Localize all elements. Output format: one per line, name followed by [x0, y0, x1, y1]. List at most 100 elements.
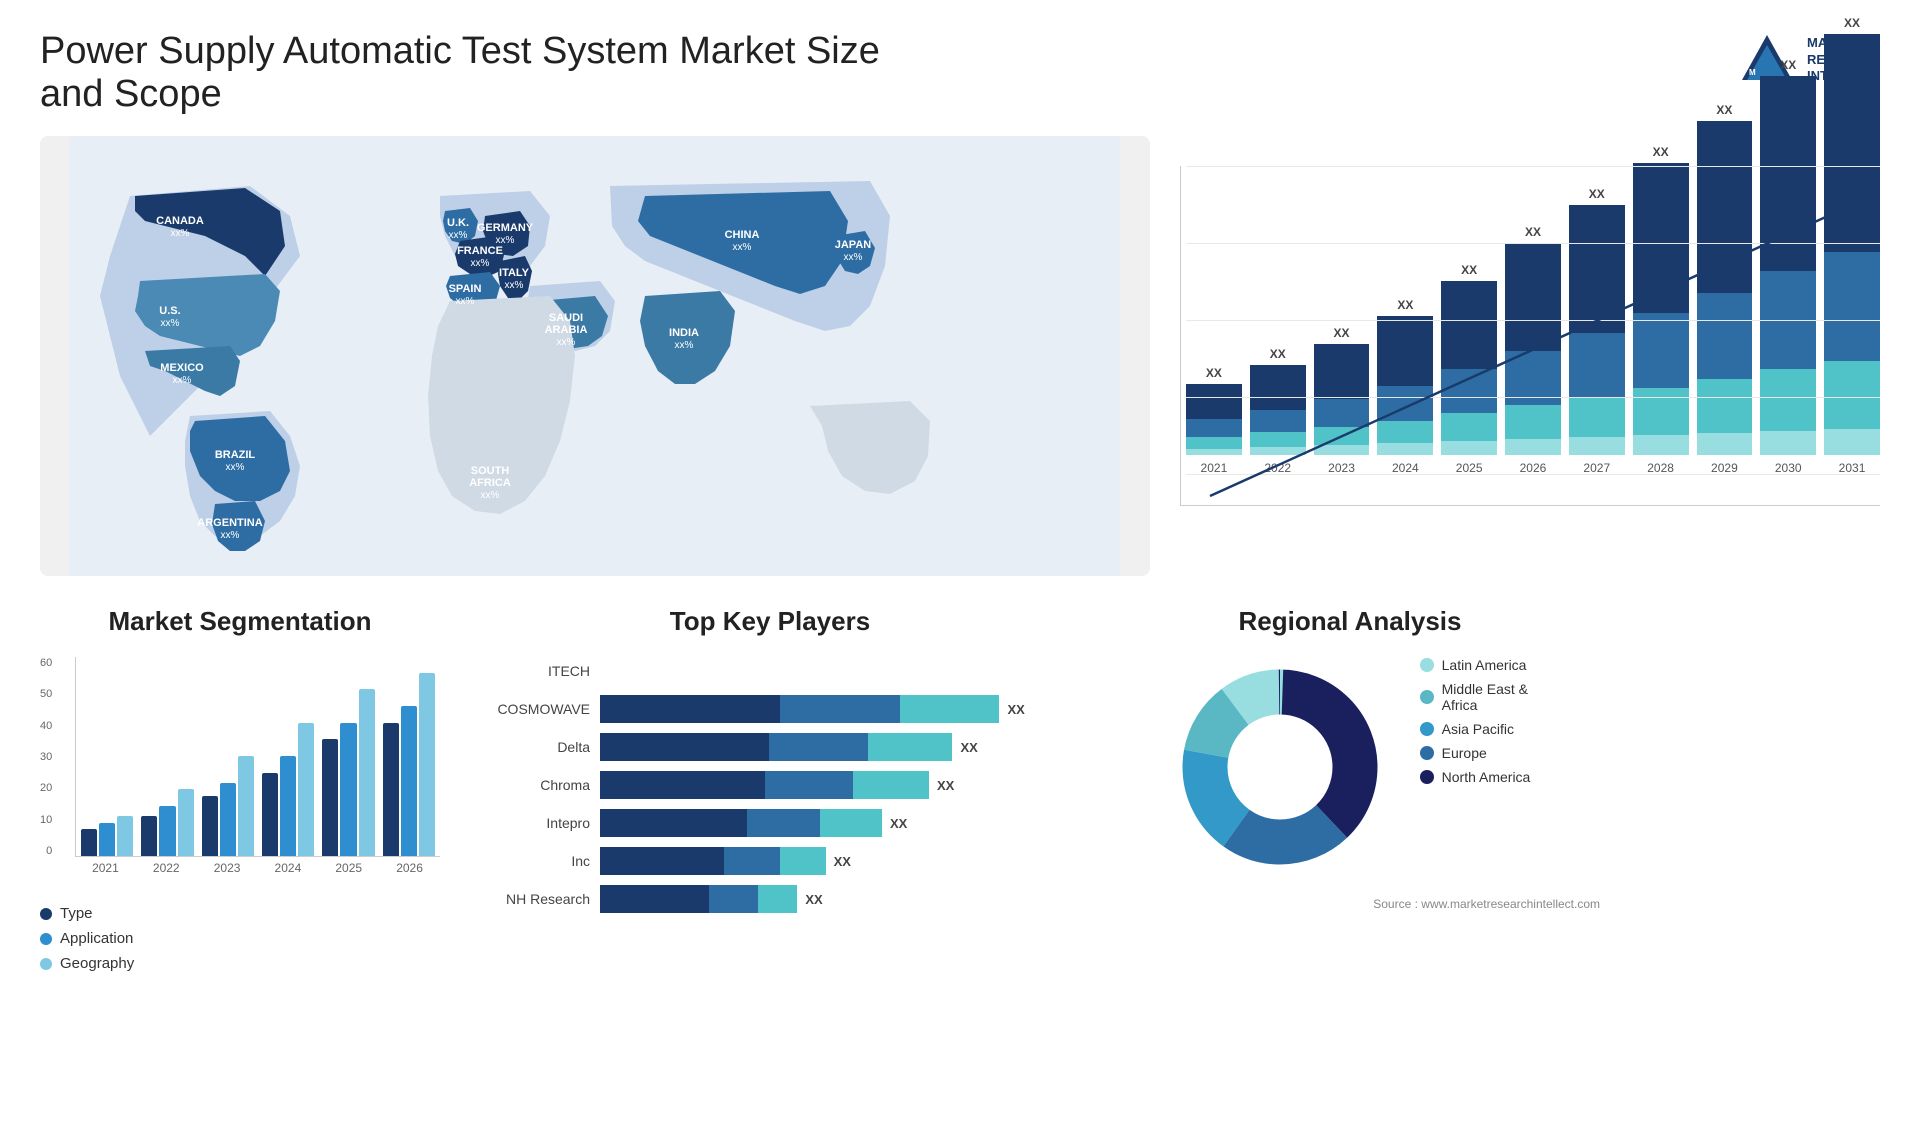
label-north-america: North America [1442, 769, 1531, 785]
key-players-title: Top Key Players [470, 606, 1070, 637]
player-nhresearch: NH Research XX [470, 885, 1070, 913]
bottom-section: Market Segmentation 60 50 40 30 20 10 0 [40, 606, 1880, 972]
svg-text:xx%: xx% [481, 490, 500, 501]
svg-text:xx%: xx% [505, 280, 524, 291]
legend-dot-application [40, 933, 52, 945]
dot-middle-east [1420, 690, 1434, 704]
svg-text:GERMANY: GERMANY [477, 222, 534, 234]
svg-text:xx%: xx% [221, 530, 240, 541]
svg-text:U.S.: U.S. [159, 305, 180, 317]
map-container: CANADA xx% U.S. xx% MEXICO xx% BRAZIL xx… [40, 136, 1150, 576]
dot-latin-america [1420, 658, 1434, 672]
bar-2025: XX 2025 [1441, 166, 1497, 475]
seg-group-2022 [141, 789, 193, 856]
svg-text:CHINA: CHINA [725, 229, 760, 241]
seg-group-2024 [262, 723, 314, 856]
player-bar-chroma: XX [600, 771, 1070, 799]
bar-2030: XX 2030 [1760, 166, 1816, 475]
svg-text:INDIA: INDIA [669, 327, 699, 339]
regional-inner: Latin America Middle East &Africa Asia P… [1100, 657, 1600, 877]
bar-2028: XX 2028 [1633, 166, 1689, 475]
svg-text:xx%: xx% [226, 462, 245, 473]
legend-geography: Geography [40, 955, 440, 972]
player-bar-nhresearch: XX [600, 885, 1070, 913]
regional-legend: Latin America Middle East &Africa Asia P… [1420, 657, 1531, 785]
svg-text:xx%: xx% [449, 230, 468, 241]
bar-2021: XX 2021 [1186, 166, 1242, 475]
bar-2024: XX 2024 [1377, 166, 1433, 475]
svg-text:AFRICA: AFRICA [469, 477, 511, 489]
player-name-delta: Delta [470, 739, 590, 755]
player-intepro: Intepro XX [470, 809, 1070, 837]
svg-text:SOUTH: SOUTH [471, 465, 510, 477]
player-inc: Inc XX [470, 847, 1070, 875]
svg-text:xx%: xx% [733, 242, 752, 253]
label-asia-pacific: Asia Pacific [1442, 721, 1514, 737]
svg-text:SPAIN: SPAIN [449, 283, 482, 295]
legend-middle-east: Middle East &Africa [1420, 681, 1531, 713]
legend-dot-geography [40, 958, 52, 970]
svg-text:SAUDI: SAUDI [549, 312, 583, 324]
legend-dot-type [40, 908, 52, 920]
page-header: Power Supply Automatic Test System Marke… [40, 30, 1880, 116]
bar-chart-container: XX 2021 XX [1180, 136, 1880, 576]
legend-latin-america: Latin America [1420, 657, 1531, 673]
svg-text:xx%: xx% [844, 252, 863, 263]
legend-label-application: Application [60, 930, 133, 947]
svg-text:xx%: xx% [161, 318, 180, 329]
segmentation-title: Market Segmentation [40, 606, 440, 637]
legend-north-america: North America [1420, 769, 1531, 785]
svg-text:xx%: xx% [557, 337, 576, 348]
player-chroma: Chroma XX [470, 771, 1070, 799]
player-cosmowave: COSMOWAVE XX [470, 695, 1070, 723]
svg-text:JAPAN: JAPAN [835, 239, 872, 251]
seg-group-2025 [322, 689, 374, 856]
svg-text:xx%: xx% [675, 340, 694, 351]
legend-europe: Europe [1420, 745, 1531, 761]
key-players-section: Top Key Players ITECH COSMOWAVE XX [470, 606, 1070, 972]
legend-label-geography: Geography [60, 955, 134, 972]
player-name-chroma: Chroma [470, 777, 590, 793]
bar-2031: XX 2031 [1824, 166, 1880, 475]
legend-label-type: Type [60, 905, 93, 922]
player-name-cosmowave: COSMOWAVE [470, 701, 590, 717]
bar-2023: XX 2023 [1314, 166, 1370, 475]
legend-type: Type [40, 905, 440, 922]
svg-text:xx%: xx% [171, 228, 190, 239]
player-delta: Delta XX [470, 733, 1070, 761]
bar-2026: XX 2026 [1505, 166, 1561, 475]
player-name-intepro: Intepro [470, 815, 590, 831]
label-europe: Europe [1442, 745, 1487, 761]
player-name-inc: Inc [470, 853, 590, 869]
dot-asia-pacific [1420, 722, 1434, 736]
player-name-itech: ITECH [470, 663, 590, 679]
seg-group-2023 [202, 756, 254, 856]
player-name-nhresearch: NH Research [470, 891, 590, 907]
svg-text:xx%: xx% [456, 296, 475, 307]
bar-2022: XX 2022 [1250, 166, 1306, 475]
page-title: Power Supply Automatic Test System Marke… [40, 30, 940, 116]
svg-text:FRANCE: FRANCE [457, 245, 503, 257]
regional-section: Regional Analysis [1100, 606, 1600, 972]
world-map-svg: CANADA xx% U.S. xx% MEXICO xx% BRAZIL xx… [40, 136, 1150, 576]
legend-application: Application [40, 930, 440, 947]
svg-text:CANADA: CANADA [156, 215, 204, 227]
svg-text:MEXICO: MEXICO [160, 362, 204, 374]
svg-text:BRAZIL: BRAZIL [215, 449, 256, 461]
svg-text:xx%: xx% [496, 235, 515, 246]
label-latin-america: Latin America [1442, 657, 1527, 673]
donut-chart [1170, 657, 1390, 877]
label-middle-east: Middle East &Africa [1442, 681, 1528, 713]
svg-text:ARGENTINA: ARGENTINA [197, 517, 262, 529]
dot-north-america [1420, 770, 1434, 784]
source-text: Source : www.marketresearchintellect.com [1100, 897, 1600, 911]
svg-text:M: M [1749, 68, 1756, 77]
player-bar-cosmowave: XX [600, 695, 1070, 723]
segmentation-section: Market Segmentation 60 50 40 30 20 10 0 [40, 606, 440, 972]
bar-2029: XX 2029 [1697, 166, 1753, 475]
players-list: ITECH COSMOWAVE XX Delta [470, 657, 1070, 913]
svg-text:xx%: xx% [173, 375, 192, 386]
svg-text:xx%: xx% [471, 258, 490, 269]
svg-text:U.K.: U.K. [447, 217, 469, 229]
seg-group-2026 [383, 673, 435, 856]
